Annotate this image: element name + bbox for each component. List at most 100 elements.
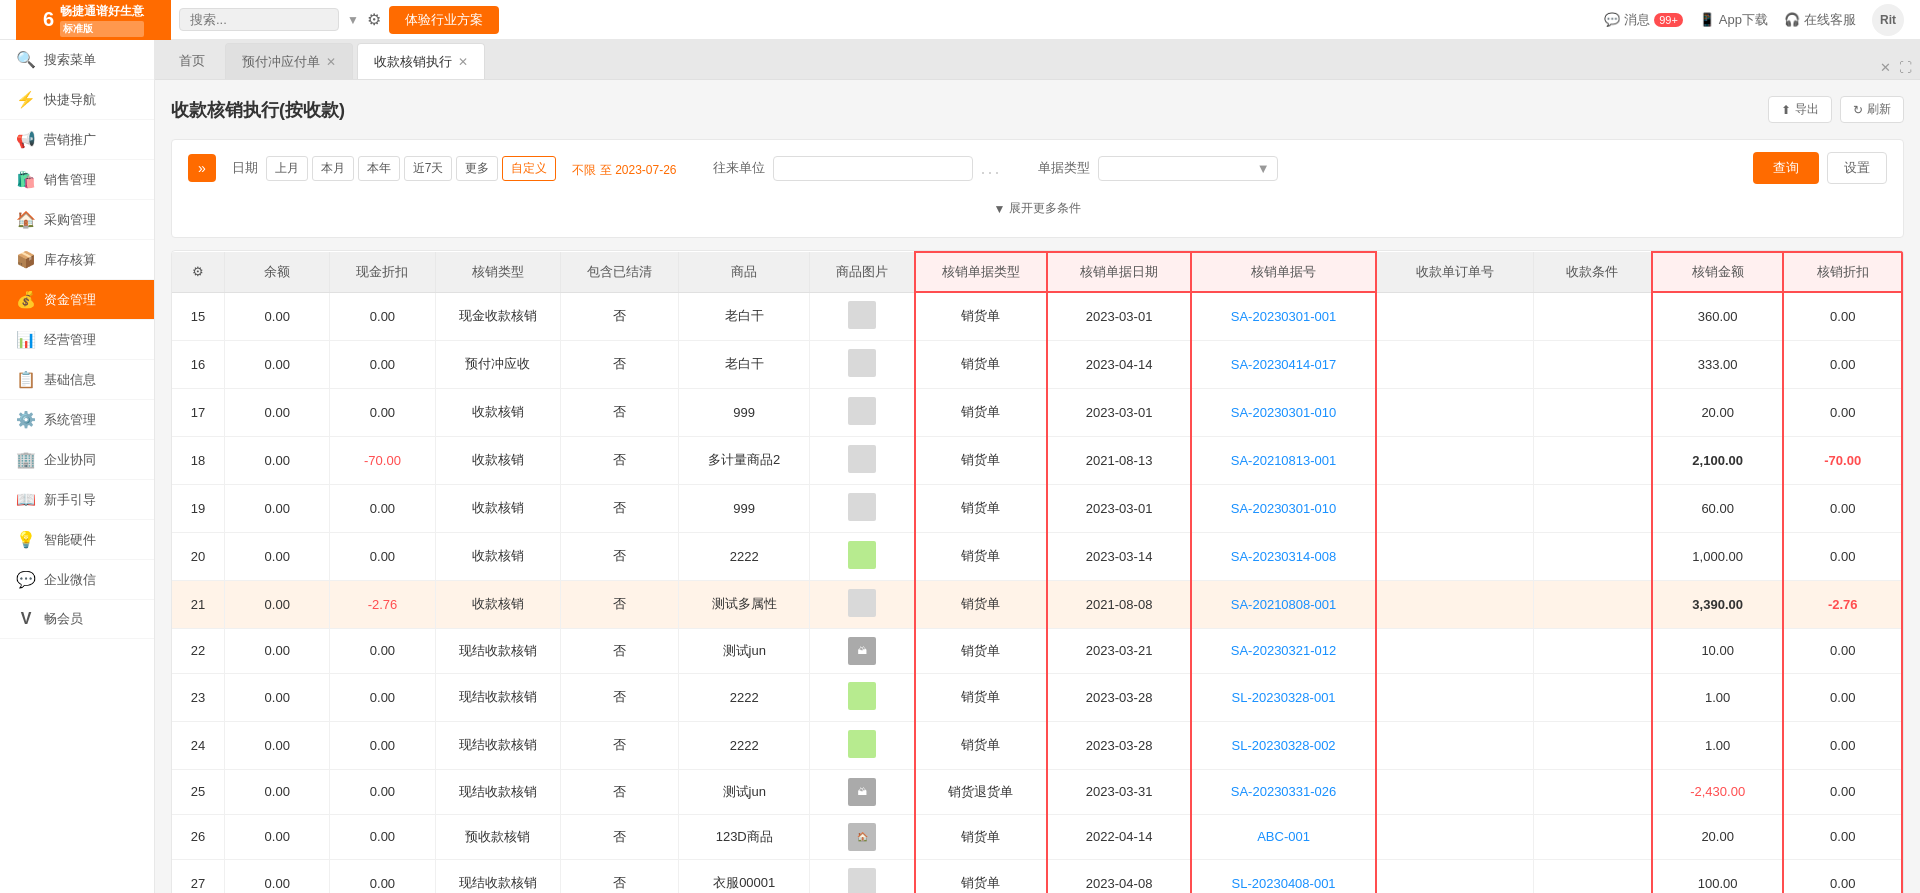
expand-more-area: ▼ 展开更多条件 bbox=[188, 192, 1887, 225]
cell-goods-image bbox=[810, 580, 915, 628]
bill-no-link[interactable]: SA-20230414-017 bbox=[1231, 357, 1337, 372]
tab-home[interactable]: 首页 bbox=[163, 43, 221, 79]
cell-cash-discount: 0.00 bbox=[330, 484, 435, 532]
cell-receipt-order-no bbox=[1376, 673, 1534, 721]
cell-include-settled: 否 bbox=[560, 628, 678, 673]
edition-badge: 标准版 bbox=[60, 21, 144, 37]
sidebar-item-smart-hw[interactable]: 💡 智能硬件 bbox=[0, 520, 154, 560]
cell-write-off-type: 收款核销 bbox=[435, 532, 560, 580]
cell-bill-date: 2022-04-14 bbox=[1047, 814, 1192, 859]
sidebar-item-finance[interactable]: 💰 资金管理 bbox=[0, 280, 154, 320]
sidebar-item-purchase[interactable]: 🏠 采购管理 bbox=[0, 200, 154, 240]
date-label: 日期 bbox=[232, 159, 258, 177]
search-icon: 🔍 bbox=[16, 50, 36, 69]
cell-write-off-amount: -2,430.00 bbox=[1652, 769, 1784, 814]
cell-write-off-discount: 0.00 bbox=[1783, 721, 1902, 769]
bill-no-link[interactable]: SL-20230328-002 bbox=[1232, 738, 1336, 753]
col-header-gear[interactable]: ⚙ bbox=[172, 252, 225, 292]
sidebar-item-operations[interactable]: 📊 经营管理 bbox=[0, 320, 154, 360]
bill-no-link[interactable]: SA-20230331-026 bbox=[1231, 784, 1337, 799]
app-download-btn[interactable]: 📱 App下载 bbox=[1699, 11, 1768, 29]
bill-no-link[interactable]: SL-20230328-001 bbox=[1232, 690, 1336, 705]
cell-goods-image: 🏔 bbox=[810, 769, 915, 814]
date-btn-7days[interactable]: 近7天 bbox=[404, 156, 453, 181]
cell-write-off-amount: 100.00 bbox=[1652, 859, 1784, 893]
cell-bill-no: SA-20230314-008 bbox=[1191, 532, 1375, 580]
message-badge: 99+ bbox=[1654, 13, 1683, 27]
gear-icon[interactable]: ⚙ bbox=[367, 10, 381, 29]
cell-include-settled: 否 bbox=[560, 721, 678, 769]
tab-collection-write-off[interactable]: 收款核销执行 ✕ bbox=[357, 43, 485, 79]
cell-write-off-amount: 360.00 bbox=[1652, 292, 1784, 340]
sidebar-item-search-menu[interactable]: 🔍 搜索菜单 bbox=[0, 40, 154, 80]
bill-no-link[interactable]: SA-20230301-010 bbox=[1231, 501, 1337, 516]
bill-no-link[interactable]: SL-20230408-001 bbox=[1232, 876, 1336, 891]
bill-no-link[interactable]: SA-20230321-012 bbox=[1231, 643, 1337, 658]
cell-cash-discount: 0.00 bbox=[330, 628, 435, 673]
enterprise-icon: 🏢 bbox=[16, 450, 36, 469]
sidebar-item-inventory[interactable]: 📦 库存核算 bbox=[0, 240, 154, 280]
date-btn-more[interactable]: 更多 bbox=[456, 156, 498, 181]
cell-bill-no: SA-20230301-010 bbox=[1191, 484, 1375, 532]
partner-input[interactable] bbox=[773, 156, 973, 181]
col-header-goods: 商品 bbox=[678, 252, 810, 292]
cell-balance: 0.00 bbox=[225, 388, 330, 436]
refresh-button[interactable]: ↻ 刷新 bbox=[1840, 96, 1904, 123]
close-icon[interactable]: ✕ bbox=[458, 55, 468, 69]
settings-button[interactable]: 设置 bbox=[1827, 152, 1887, 184]
cell-write-off-type: 收款核销 bbox=[435, 580, 560, 628]
settings-icon: ⚙️ bbox=[16, 410, 36, 429]
bill-no-link[interactable]: SA-20230301-010 bbox=[1231, 405, 1337, 420]
sidebar-item-member[interactable]: V 畅会员 bbox=[0, 600, 154, 639]
bill-no-link[interactable]: SA-20210808-001 bbox=[1231, 597, 1337, 612]
sidebar-item-sales[interactable]: 🛍️ 销售管理 bbox=[0, 160, 154, 200]
sidebar-item-guide[interactable]: 📖 新手引导 bbox=[0, 480, 154, 520]
bill-type-select[interactable] bbox=[1098, 156, 1278, 181]
close-icon[interactable]: ✕ bbox=[326, 55, 336, 69]
bill-no-link[interactable]: SA-20210813-001 bbox=[1231, 453, 1337, 468]
filter-row: » 日期 上月 本月 本年 近7天 更多 自定义 bbox=[188, 152, 1887, 184]
query-button[interactable]: 查询 bbox=[1753, 152, 1819, 184]
cell-bill-no: SL-20230408-001 bbox=[1191, 859, 1375, 893]
top-bar: 6 畅捷通谱好生意 标准版 ▼ ⚙ 体验行业方案 💬 消息 99+ 📱 App下… bbox=[0, 0, 1920, 40]
cell-bill-type: 销货单 bbox=[915, 292, 1047, 340]
col-header-balance: 余额 bbox=[225, 252, 330, 292]
cell-write-off-discount: 0.00 bbox=[1783, 388, 1902, 436]
tab-prepay[interactable]: 预付冲应付单 ✕ bbox=[225, 43, 353, 79]
message-btn[interactable]: 💬 消息 99+ bbox=[1604, 11, 1683, 29]
cell-include-settled: 否 bbox=[560, 436, 678, 484]
cell-bill-no: SA-20230301-010 bbox=[1191, 388, 1375, 436]
sidebar-item-enterprise[interactable]: 🏢 企业协同 bbox=[0, 440, 154, 480]
bill-no-link[interactable]: SA-20230314-008 bbox=[1231, 549, 1337, 564]
user-avatar[interactable]: Rit bbox=[1872, 4, 1904, 36]
expand-icon[interactable]: ⛶ bbox=[1899, 60, 1912, 75]
sidebar-item-system[interactable]: ⚙️ 系统管理 bbox=[0, 400, 154, 440]
online-service-btn[interactable]: 🎧 在线客服 bbox=[1784, 11, 1856, 29]
expand-more-button[interactable]: ▼ 展开更多条件 bbox=[994, 200, 1082, 217]
sidebar-item-marketing[interactable]: 📢 营销推广 bbox=[0, 120, 154, 160]
date-btn-custom[interactable]: 自定义 bbox=[502, 156, 556, 181]
sidebar-item-quick-nav[interactable]: ⚡ 快捷导航 bbox=[0, 80, 154, 120]
cell-receipt-order-no bbox=[1376, 292, 1534, 340]
cell-write-off-type: 现结收款核销 bbox=[435, 673, 560, 721]
bill-no-link[interactable]: SA-20230301-001 bbox=[1231, 309, 1337, 324]
cell-receipt-condition bbox=[1534, 292, 1652, 340]
sidebar-item-wechat[interactable]: 💬 企业微信 bbox=[0, 560, 154, 600]
cell-no: 22 bbox=[172, 628, 225, 673]
date-btn-this-month[interactable]: 本月 bbox=[312, 156, 354, 181]
fast-nav-button[interactable]: » bbox=[188, 154, 216, 182]
close-all-icon[interactable]: ✕ bbox=[1880, 60, 1891, 75]
app-layout: 🔍 搜索菜单 ⚡ 快捷导航 📢 营销推广 🛍️ 销售管理 🏠 采购管理 📦 库存… bbox=[0, 40, 1920, 893]
col-header-bill-date: 核销单据日期 bbox=[1047, 252, 1192, 292]
bill-no-link[interactable]: ABC-001 bbox=[1257, 829, 1310, 844]
bulb-icon: 💡 bbox=[16, 530, 36, 549]
date-btn-this-year[interactable]: 本年 bbox=[358, 156, 400, 181]
cell-write-off-discount: 0.00 bbox=[1783, 859, 1902, 893]
sidebar-item-label: 系统管理 bbox=[44, 411, 96, 429]
date-btn-last-month[interactable]: 上月 bbox=[266, 156, 308, 181]
cell-include-settled: 否 bbox=[560, 673, 678, 721]
sidebar-item-basic-info[interactable]: 📋 基础信息 bbox=[0, 360, 154, 400]
export-button[interactable]: ⬆ 导出 bbox=[1768, 96, 1832, 123]
search-input[interactable] bbox=[179, 8, 339, 31]
industry-solution-button[interactable]: 体验行业方案 bbox=[389, 6, 499, 34]
